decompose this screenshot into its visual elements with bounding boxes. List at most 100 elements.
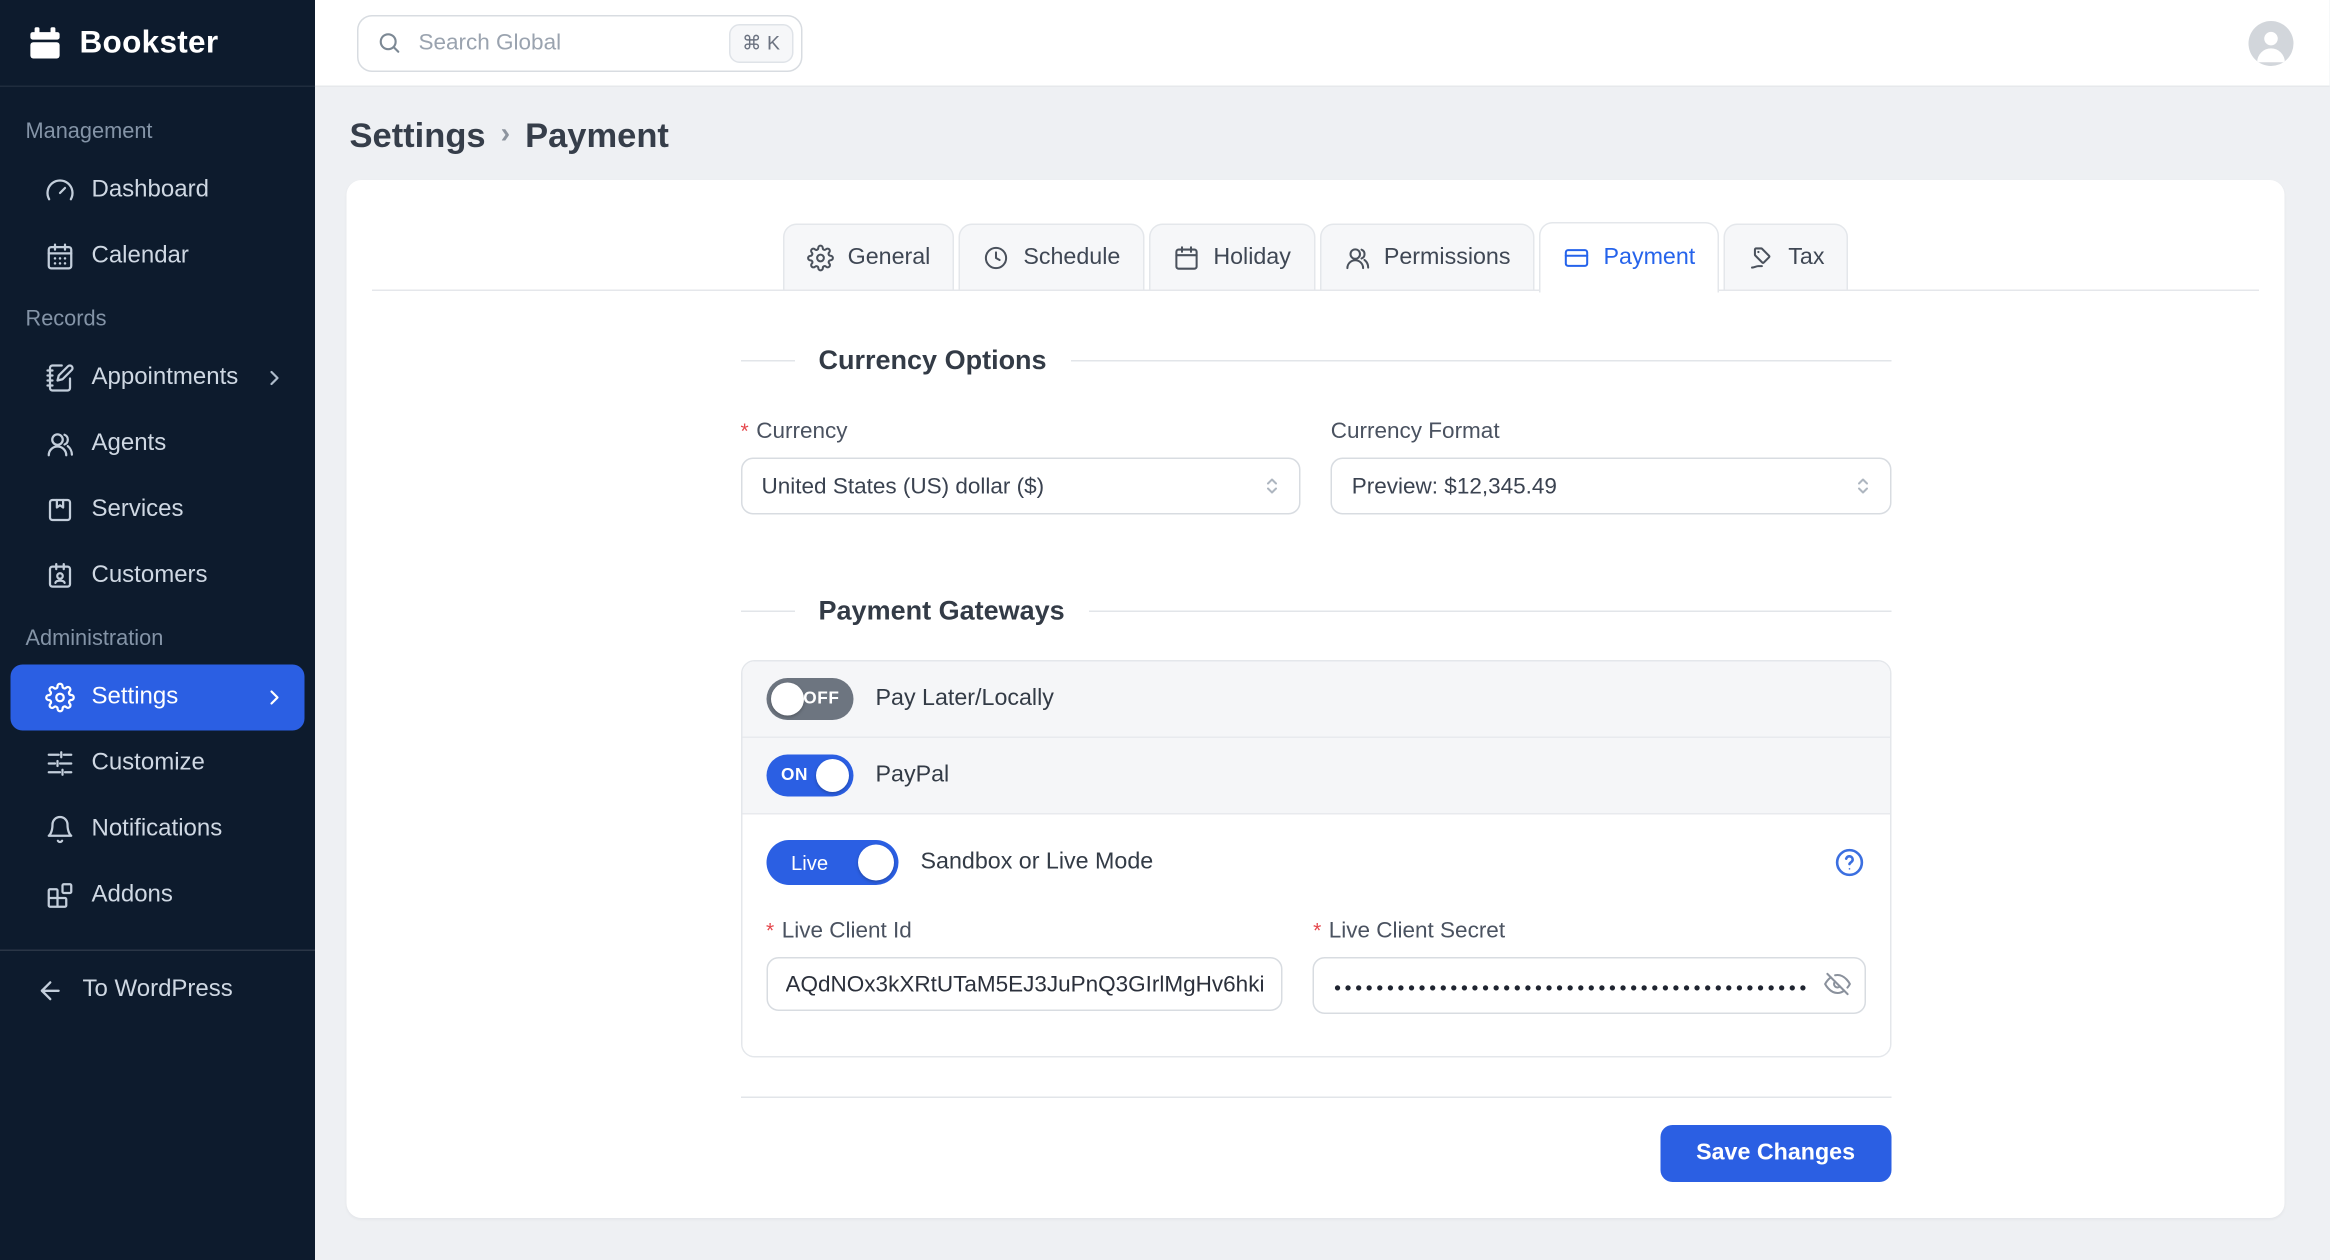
gateway-row-paypal: ON PayPal bbox=[742, 738, 1890, 815]
required-asterisk: * bbox=[740, 418, 749, 443]
currency-select-value: United States (US) dollar ($) bbox=[761, 473, 1045, 499]
sidebar-item-customize[interactable]: Customize bbox=[11, 731, 305, 797]
sidebar-item-label: Services bbox=[91, 496, 184, 523]
bell-icon bbox=[45, 815, 75, 845]
sidebar: Bookster Management Dashboard Calendar R… bbox=[0, 0, 315, 1260]
nav-section-records: Records bbox=[25, 307, 107, 332]
currency-select[interactable]: United States (US) dollar ($) bbox=[740, 457, 1301, 515]
search-input[interactable] bbox=[415, 28, 716, 57]
sidebar-item-label: Appointments bbox=[91, 364, 239, 391]
brand-name: Bookster bbox=[79, 24, 219, 60]
paypal-label: PayPal bbox=[875, 762, 950, 788]
sidebar-item-agents[interactable]: Agents bbox=[11, 411, 305, 477]
global-search[interactable]: ⌘ K bbox=[357, 14, 803, 72]
tab-general[interactable]: General bbox=[783, 223, 955, 291]
sidebar-item-label: To WordPress bbox=[82, 976, 233, 1003]
tab-label: Permissions bbox=[1383, 244, 1511, 271]
sidebar-item-appointments[interactable]: Appointments bbox=[11, 345, 305, 411]
form-bottom-divider bbox=[740, 1096, 1892, 1098]
sidebar-item-calendar[interactable]: Calendar bbox=[11, 224, 305, 290]
brand-logo[interactable]: Bookster bbox=[0, 0, 315, 87]
topbar: ⌘ K bbox=[315, 0, 2330, 87]
help-icon[interactable] bbox=[1833, 846, 1866, 879]
pay-later-toggle[interactable]: OFF bbox=[766, 678, 854, 720]
currency-format-select[interactable]: Preview: $12,345.49 bbox=[1330, 457, 1892, 515]
section-title: Payment Gateways bbox=[818, 595, 1065, 626]
app-window: Bookster Management Dashboard Calendar R… bbox=[0, 0, 2330, 1260]
sliders-icon bbox=[45, 749, 75, 779]
live-client-id-label: Live Client Id bbox=[781, 918, 912, 944]
breadcrumb-separator: › bbox=[500, 117, 511, 150]
blocks-icon bbox=[45, 881, 75, 911]
tab-label: Payment bbox=[1603, 244, 1696, 271]
gateway-row-pay-later: OFF Pay Later/Locally bbox=[742, 661, 1890, 738]
sidebar-item-customers[interactable]: Customers bbox=[11, 543, 305, 609]
sidebar-item-dashboard[interactable]: Dashboard bbox=[11, 158, 305, 224]
section-title: Currency Options bbox=[818, 345, 1047, 375]
credit-card-icon bbox=[1563, 245, 1590, 272]
required-asterisk: * bbox=[766, 918, 775, 942]
tabs-underline bbox=[372, 289, 2260, 291]
currency-format-field: Currency Format Preview: $12,345.49 bbox=[1330, 418, 1892, 515]
save-changes-button[interactable]: Save Changes bbox=[1660, 1125, 1892, 1182]
live-client-secret-input[interactable]: ••••••••••••••••••••••••••••••••••••••••… bbox=[1313, 957, 1866, 1014]
toggle-state-label: OFF bbox=[803, 690, 840, 708]
page-content: Settings › Payment General Schedule Holi… bbox=[315, 87, 2330, 1260]
currency-format-label: Currency Format bbox=[1330, 418, 1500, 445]
gear-icon bbox=[45, 682, 75, 713]
sidebar-item-label: Customize bbox=[91, 750, 205, 776]
calendar-logo-icon bbox=[26, 23, 65, 62]
section-currency-options: Currency Options bbox=[740, 345, 1892, 377]
sidebar-item-settings[interactable]: Settings bbox=[10, 664, 305, 731]
tab-schedule[interactable]: Schedule bbox=[958, 223, 1145, 291]
currency-label: Currency bbox=[756, 418, 848, 445]
tab-label: Tax bbox=[1788, 244, 1825, 271]
arrow-left-icon bbox=[36, 976, 65, 1005]
settings-card: General Schedule Holiday Permissions Pay… bbox=[346, 180, 2286, 1218]
sidebar-item-label: Agents bbox=[91, 430, 167, 457]
live-client-secret-field: * Live Client Secret •••••••••••••••••••… bbox=[1313, 918, 1866, 1014]
users-icon bbox=[45, 429, 75, 459]
sandbox-live-toggle[interactable]: Live bbox=[766, 840, 899, 885]
tab-permissions[interactable]: Permissions bbox=[1319, 223, 1535, 291]
main-area: ⌘ K Settings › Payment bbox=[315, 0, 2330, 1260]
tab-payment[interactable]: Payment bbox=[1539, 222, 1720, 293]
sidebar-item-label: Customers bbox=[91, 562, 208, 589]
pay-later-label: Pay Later/Locally bbox=[875, 685, 1054, 712]
sidebar-item-label: Settings bbox=[91, 684, 179, 710]
box-bookmark-icon bbox=[45, 495, 75, 525]
tab-holiday[interactable]: Holiday bbox=[1148, 223, 1315, 291]
breadcrumb-payment: Payment bbox=[525, 115, 669, 155]
sidebar-item-to-wordpress[interactable]: To WordPress bbox=[0, 951, 315, 1029]
eye-off-icon[interactable] bbox=[1823, 971, 1851, 998]
nav-section-administration: Administration bbox=[25, 627, 164, 651]
tab-tax[interactable]: Tax bbox=[1723, 223, 1849, 291]
search-shortcut-badge: ⌘ K bbox=[728, 23, 794, 63]
section-payment-gateways: Payment Gateways bbox=[740, 595, 1892, 628]
breadcrumb-settings[interactable]: Settings bbox=[350, 116, 486, 157]
live-client-id-input[interactable] bbox=[766, 957, 1284, 1011]
currency-format-select-value: Preview: $12,345.49 bbox=[1351, 473, 1557, 499]
chevron-right-icon bbox=[263, 366, 287, 390]
user-avatar[interactable] bbox=[2249, 20, 2295, 66]
select-chevrons-icon bbox=[1851, 474, 1875, 498]
sidebar-item-notifications[interactable]: Notifications bbox=[11, 797, 305, 863]
sidebar-item-addons[interactable]: Addons bbox=[11, 863, 305, 929]
tab-label: Holiday bbox=[1213, 244, 1291, 271]
toggle-state-label: Live bbox=[790, 851, 829, 874]
tag-icon bbox=[1748, 245, 1775, 272]
sidebar-item-label: Dashboard bbox=[91, 177, 209, 203]
masked-secret-value: ••••••••••••••••••••••••••••••••••••••••… bbox=[1334, 975, 1811, 999]
calendar-icon bbox=[45, 242, 75, 272]
toggle-state-label: ON bbox=[781, 766, 809, 785]
chevron-right-icon bbox=[263, 686, 287, 710]
paypal-toggle[interactable]: ON bbox=[766, 754, 854, 797]
sidebar-item-services[interactable]: Services bbox=[11, 477, 305, 543]
required-asterisk: * bbox=[1313, 918, 1322, 942]
payment-form: Currency Options * Currency United State… bbox=[740, 345, 1892, 1182]
sidebar-item-label: Calendar bbox=[91, 243, 189, 269]
sidebar-nav: Management Dashboard Calendar Records Ap… bbox=[0, 87, 315, 1029]
live-client-secret-label: Live Client Secret bbox=[1328, 918, 1506, 944]
tab-label: General bbox=[847, 244, 931, 271]
notebook-pen-icon bbox=[45, 363, 75, 393]
